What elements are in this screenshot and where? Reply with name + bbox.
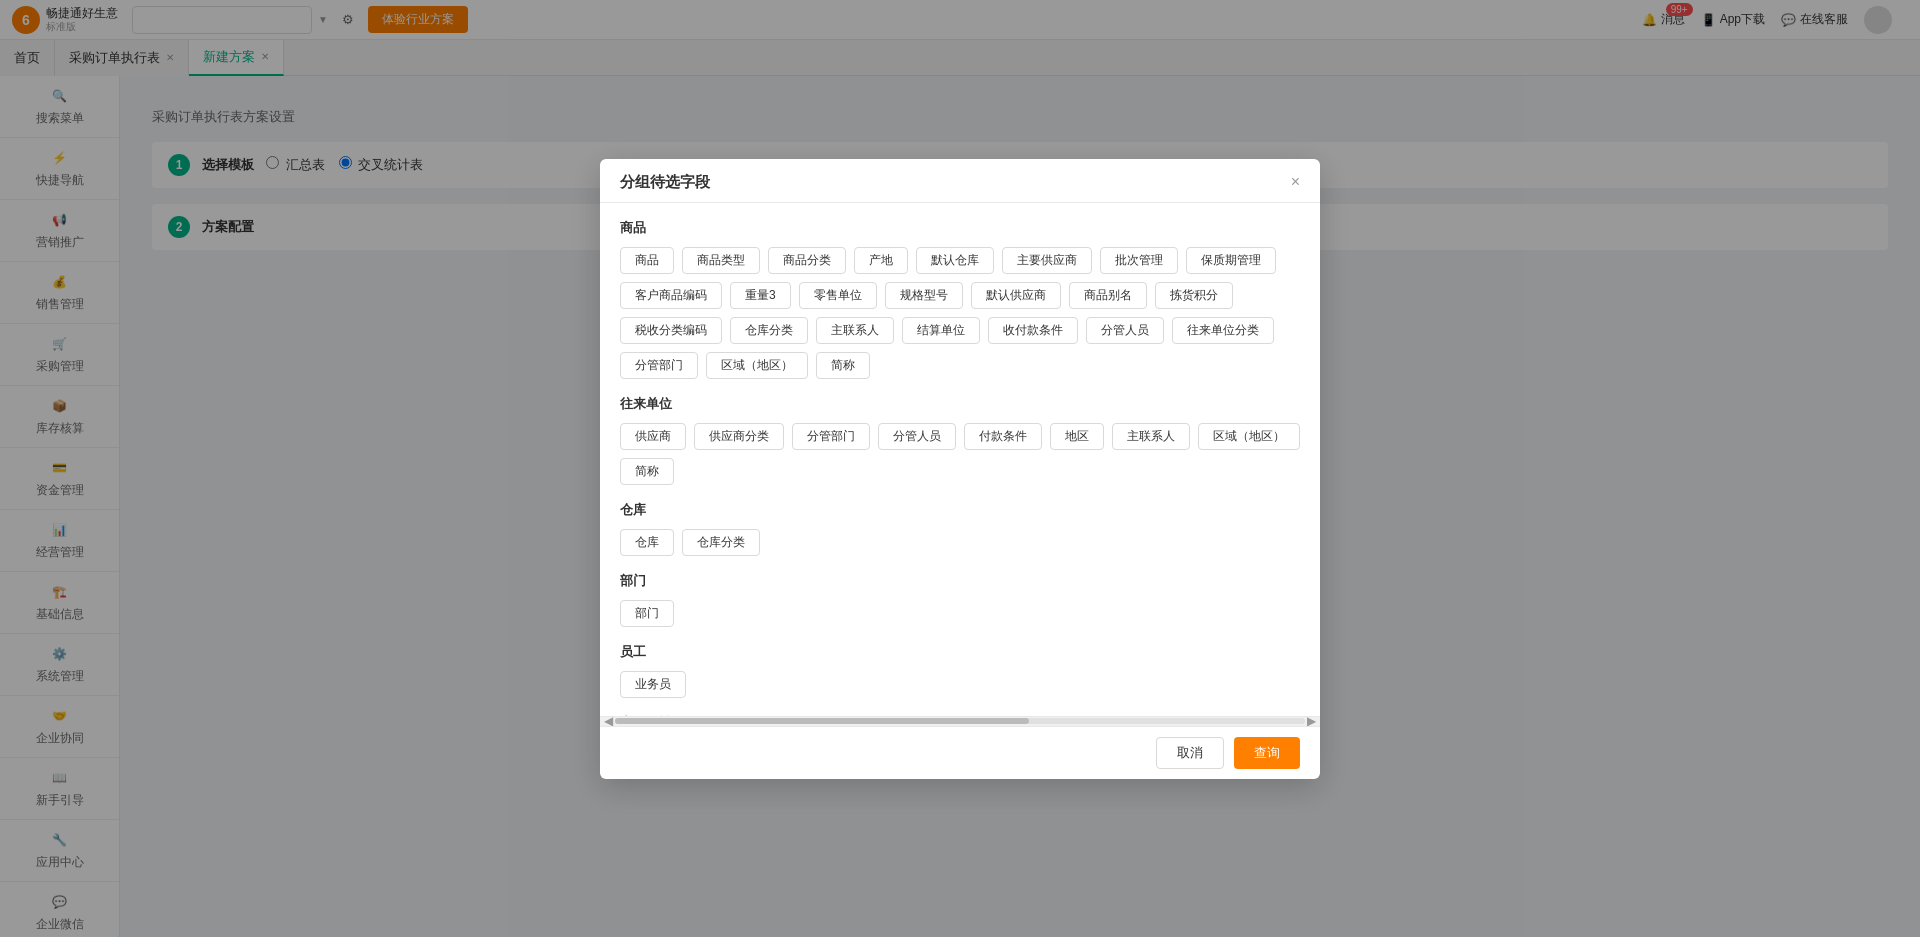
field-tag-goods-14[interactable]: 拣货积分 — [1155, 282, 1233, 309]
section-title-warehouse: 仓库 — [620, 501, 1300, 519]
field-tag-goods-16[interactable]: 仓库分类 — [730, 317, 808, 344]
field-tags-warehouse: 仓库仓库分类 — [620, 529, 1300, 556]
field-tag-partner-3[interactable]: 分管人员 — [878, 423, 956, 450]
field-tags-partner: 供应商供应商分类分管部门分管人员付款条件地区主联系人区域（地区） 简称 — [620, 423, 1300, 485]
field-tag-partner-4[interactable]: 付款条件 — [964, 423, 1042, 450]
field-tag-goods-6[interactable]: 批次管理 — [1100, 247, 1178, 274]
field-tag-goods-9[interactable]: 重量3 — [730, 282, 791, 309]
field-tag-goods-8[interactable]: 客户商品编码 — [620, 282, 722, 309]
hscroll-track — [615, 718, 1305, 724]
section-title-partner: 往来单位 — [620, 395, 1300, 413]
field-tag-goods-0[interactable]: 商品 — [620, 247, 674, 274]
field-tags-goods: 商品商品类型商品分类产地默认仓库主要供应商批次管理保质期管理客户商品编码重量3 零… — [620, 247, 1300, 379]
modal-overlay: 分组待选字段 × 商品商品商品类型商品分类产地默认仓库主要供应商批次管理保质期管… — [0, 0, 1920, 937]
field-tag-employee-0[interactable]: 业务员 — [620, 671, 686, 698]
field-tag-goods-5[interactable]: 主要供应商 — [1002, 247, 1092, 274]
field-tag-warehouse-1[interactable]: 仓库分类 — [682, 529, 760, 556]
field-section-department: 部门部门 — [620, 572, 1300, 627]
modal-close-btn[interactable]: × — [1291, 173, 1300, 191]
modal-confirm-btn[interactable]: 查询 — [1234, 737, 1300, 769]
field-tag-goods-13[interactable]: 商品别名 — [1069, 282, 1147, 309]
field-tags-employee: 业务员 — [620, 671, 1300, 698]
field-section-goods: 商品商品商品类型商品分类产地默认仓库主要供应商批次管理保质期管理客户商品编码重量… — [620, 219, 1300, 379]
field-tags-department: 部门 — [620, 600, 1300, 627]
section-title-department: 部门 — [620, 572, 1300, 590]
field-tag-goods-7[interactable]: 保质期管理 — [1186, 247, 1276, 274]
field-tag-goods-19[interactable]: 收付款条件 — [988, 317, 1078, 344]
modal-body[interactable]: 商品商品商品类型商品分类产地默认仓库主要供应商批次管理保质期管理客户商品编码重量… — [600, 203, 1320, 716]
field-tag-department-0[interactable]: 部门 — [620, 600, 674, 627]
field-tag-partner-8[interactable]: 简称 — [620, 458, 674, 485]
field-tag-goods-24[interactable]: 简称 — [816, 352, 870, 379]
field-tag-partner-5[interactable]: 地区 — [1050, 423, 1104, 450]
modal-cancel-btn[interactable]: 取消 — [1156, 737, 1224, 769]
field-tag-partner-7[interactable]: 区域（地区） — [1198, 423, 1300, 450]
modal-dialog: 分组待选字段 × 商品商品商品类型商品分类产地默认仓库主要供应商批次管理保质期管… — [600, 159, 1320, 779]
field-section-employee: 员工业务员 — [620, 643, 1300, 698]
modal-header: 分组待选字段 × — [600, 159, 1320, 203]
field-tag-goods-4[interactable]: 默认仓库 — [916, 247, 994, 274]
section-title-goods: 商品 — [620, 219, 1300, 237]
field-tag-goods-2[interactable]: 商品分类 — [768, 247, 846, 274]
hscroll-thumb — [615, 718, 1029, 724]
field-tag-partner-2[interactable]: 分管部门 — [792, 423, 870, 450]
field-tag-goods-15[interactable]: 税收分类编码 — [620, 317, 722, 344]
field-tag-goods-10[interactable]: 零售单位 — [799, 282, 877, 309]
field-tag-goods-17[interactable]: 主联系人 — [816, 317, 894, 344]
field-section-warehouse: 仓库仓库仓库分类 — [620, 501, 1300, 556]
field-tag-goods-1[interactable]: 商品类型 — [682, 247, 760, 274]
field-tag-goods-3[interactable]: 产地 — [854, 247, 908, 274]
field-section-partner: 往来单位供应商供应商分类分管部门分管人员付款条件地区主联系人区域（地区） 简称 — [620, 395, 1300, 485]
section-title-employee: 员工 — [620, 643, 1300, 661]
field-tag-goods-11[interactable]: 规格型号 — [885, 282, 963, 309]
modal-horizontal-scrollbar[interactable]: ◀ ▶ — [600, 716, 1320, 726]
field-tag-partner-6[interactable]: 主联系人 — [1112, 423, 1190, 450]
field-tag-partner-0[interactable]: 供应商 — [620, 423, 686, 450]
field-tag-goods-12[interactable]: 默认供应商 — [971, 282, 1061, 309]
field-tag-partner-1[interactable]: 供应商分类 — [694, 423, 784, 450]
field-tag-goods-18[interactable]: 结算单位 — [902, 317, 980, 344]
field-tag-goods-21[interactable]: 往来单位分类 — [1172, 317, 1274, 344]
modal-title: 分组待选字段 — [620, 173, 710, 192]
field-tag-warehouse-0[interactable]: 仓库 — [620, 529, 674, 556]
field-tag-goods-22[interactable]: 分管部门 — [620, 352, 698, 379]
modal-footer: 取消 查询 — [600, 726, 1320, 779]
field-tag-goods-20[interactable]: 分管人员 — [1086, 317, 1164, 344]
field-tag-goods-23[interactable]: 区域（地区） — [706, 352, 808, 379]
